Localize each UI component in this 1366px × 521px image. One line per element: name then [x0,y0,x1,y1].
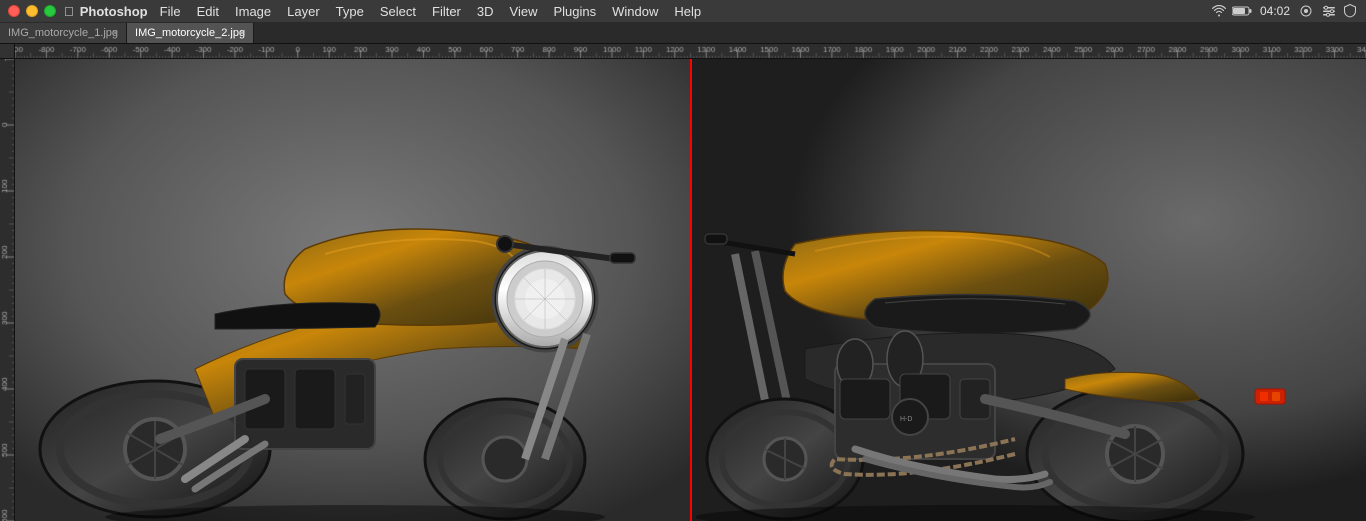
ruler-vertical [0,59,15,521]
menu-file[interactable]: File [152,0,189,22]
menu-filter[interactable]: Filter [424,0,469,22]
menu-window[interactable]: Window [604,0,666,22]
v-ruler-canvas [0,59,15,521]
menu-layer[interactable]: Layer [279,0,328,22]
app-name: Photoshop [80,4,148,19]
status-icons [1212,5,1252,17]
apple-logo-icon:  [64,4,74,19]
menu-image[interactable]: Image [227,0,279,22]
battery-icon [1232,6,1252,16]
titlebar-right: 04:02 [1212,0,1356,22]
motorcycle-image: H-D [15,59,1366,521]
menu-bar:  Photoshop File Edit Image Layer Type S… [64,0,709,22]
time-display: 04:02 [1260,4,1290,18]
menu-edit[interactable]: Edit [189,0,227,22]
title-bar:  Photoshop File Edit Image Layer Type S… [0,0,1366,22]
wifi-icon-2 [1298,4,1314,18]
menu-view[interactable]: View [502,0,546,22]
tab-1-close[interactable]: × [108,26,122,40]
ps-main: H-D [0,44,1366,521]
maximize-button[interactable] [44,5,56,17]
svg-text:H-D: H-D [900,416,912,423]
ruler-corner [0,44,15,59]
menu-help[interactable]: Help [666,0,709,22]
ruler-horizontal [15,44,1366,59]
control-icon [1322,4,1336,18]
menu-plugins[interactable]: Plugins [545,0,604,22]
tab-1-label: IMG_motorcycle_1.jpg [8,27,118,39]
close-button[interactable] [8,5,20,17]
shield-icon [1344,4,1356,18]
canvas-scroll[interactable]: H-D [15,59,1366,521]
menu-type[interactable]: Type [328,0,372,22]
tab-2[interactable]: IMG_motorcycle_2.jpg × [127,23,254,43]
minimize-button[interactable] [26,5,38,17]
h-ruler-canvas [15,44,1366,59]
wifi-icon [1212,5,1226,17]
tab-2-close[interactable]: × [235,26,249,40]
tab-1[interactable]: IMG_motorcycle_1.jpg × [0,23,127,43]
ruler-h-row [0,44,1366,59]
tabs-bar: IMG_motorcycle_1.jpg × IMG_motorcycle_2.… [0,22,1366,44]
tab-2-label: IMG_motorcycle_2.jpg [135,27,245,39]
canvas-content[interactable]: H-D [15,59,1366,521]
traffic-lights [8,5,56,17]
menu-select[interactable]: Select [372,0,424,22]
content-row: H-D [0,59,1366,521]
menu-3d[interactable]: 3D [469,0,502,22]
